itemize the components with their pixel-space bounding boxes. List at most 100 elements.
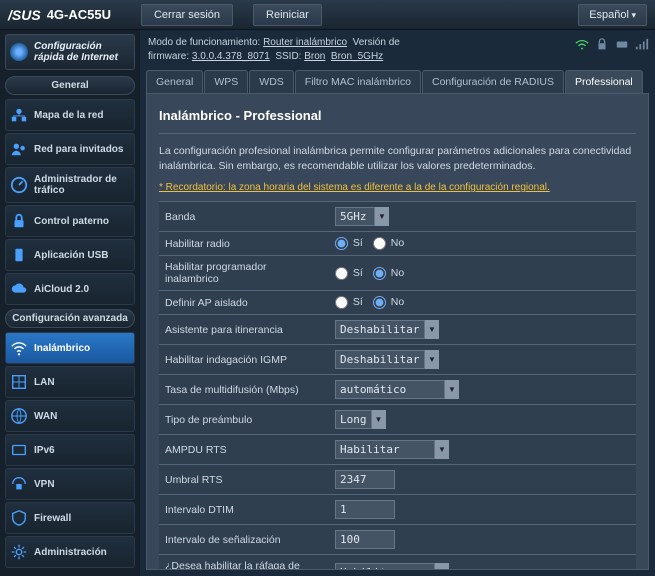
- sidebar-item-firewall[interactable]: Firewall: [5, 502, 135, 534]
- dropdown-arrow-icon: ▼: [435, 440, 449, 459]
- sidebar-item-label: WAN: [34, 411, 57, 422]
- panel: Inalámbrico - Professional La configurac…: [146, 94, 649, 570]
- dropdown-arrow-icon: ▼: [435, 563, 449, 571]
- cloud-icon: [10, 280, 28, 298]
- preamble-label: Tipo de preámbulo: [159, 405, 329, 435]
- dropdown-arrow-icon: ▼: [375, 207, 389, 226]
- sidebar-item-label: Firewall: [34, 513, 71, 524]
- sidebar-item-traffic-manager[interactable]: Administrador de tráfico: [5, 167, 135, 203]
- sidebar-item-guest-network[interactable]: Red para invitados: [5, 133, 135, 165]
- txburst-select[interactable]: Habilitar▼: [335, 563, 449, 571]
- isolated-ap-label: Definir AP aislado: [159, 291, 329, 315]
- tab-mac-filter[interactable]: Filtro MAC inalámbrico: [295, 70, 421, 93]
- dropdown-arrow-icon: ▼: [445, 380, 459, 399]
- panel-title: Inalámbrico - Professional: [159, 104, 636, 134]
- gear-icon: [10, 543, 28, 561]
- sidebar-item-wan[interactable]: WAN: [5, 400, 135, 432]
- roaming-label: Asistente para itinerancia: [159, 315, 329, 345]
- sidebar-item-administration[interactable]: Administración: [5, 536, 135, 568]
- igmp-select[interactable]: Deshabilitar▼: [335, 350, 439, 369]
- ampdu-select[interactable]: Habilitar▼: [335, 440, 449, 459]
- sidebar-item-label: Administración: [34, 547, 107, 558]
- sidebar-item-network-map[interactable]: Mapa de la red: [5, 99, 135, 131]
- shield-icon: [10, 509, 28, 527]
- traffic-icon: [10, 176, 28, 194]
- enable-radio-no[interactable]: No: [373, 237, 404, 249]
- enable-radio-yes[interactable]: Sí: [335, 237, 363, 249]
- dropdown-arrow-icon: ▼: [372, 410, 386, 429]
- info-bar: Modo de funcionamiento: Router inalámbri…: [146, 34, 649, 70]
- main-content: Modo de funcionamiento: Router inalámbri…: [140, 30, 655, 576]
- enable-radio-label: Habilitar radio: [159, 232, 329, 256]
- section-header-general: General: [5, 76, 135, 95]
- dropdown-arrow-icon: ▼: [425, 350, 439, 369]
- scheduler-label: Habilitar programador inalambrico: [159, 256, 329, 291]
- dtim-input[interactable]: [335, 500, 395, 519]
- ipv6-icon: [10, 441, 28, 459]
- sidebar-item-label: AiCloud 2.0: [34, 284, 89, 295]
- sidebar-item-label: Inalámbrico: [34, 343, 90, 354]
- lan-icon: [10, 373, 28, 391]
- sidebar-item-ipv6[interactable]: IPv6: [5, 434, 135, 466]
- tab-radius[interactable]: Configuración de RADIUS: [422, 70, 564, 93]
- quick-internet-setup-button[interactable]: Configuración rápida de Internet: [5, 34, 135, 70]
- ampdu-label: AMPDU RTS: [159, 435, 329, 465]
- lock-status-icon: [595, 38, 609, 50]
- mcast-label: Tasa de multidifusión (Mbps): [159, 375, 329, 405]
- beacon-input[interactable]: [335, 530, 395, 549]
- rts-input[interactable]: [335, 470, 395, 489]
- sidebar-item-lan[interactable]: LAN: [5, 366, 135, 398]
- brand-logo: /SUS: [8, 7, 41, 23]
- tab-wds[interactable]: WDS: [249, 70, 294, 93]
- roaming-select[interactable]: Deshabilitar▼: [335, 320, 439, 339]
- tab-professional[interactable]: Professional: [565, 70, 643, 93]
- network-icon: [10, 106, 28, 124]
- sidebar-item-wireless[interactable]: Inalámbrico: [5, 332, 135, 364]
- ssid1-link[interactable]: Bron: [304, 51, 325, 62]
- txburst-label: ¿Desea habilitar la ráfaga de transmisió…: [159, 555, 329, 571]
- mode-link[interactable]: Router inalámbrico: [263, 37, 347, 48]
- sidebar-item-label: Aplicación USB: [34, 250, 108, 261]
- sidebar-item-aicloud[interactable]: AiCloud 2.0: [5, 273, 135, 305]
- sidebar-item-label: Red para invitados: [34, 144, 123, 155]
- ssid-label: SSID:: [275, 51, 301, 62]
- status-icons: [575, 36, 649, 50]
- fw-label1: Versión de: [353, 37, 400, 48]
- signal-status-icon: [635, 38, 649, 50]
- sidebar-item-parental-control[interactable]: Control paterno: [5, 205, 135, 237]
- section-header-advanced: Configuración avanzada: [5, 309, 135, 328]
- sidebar-item-vpn[interactable]: VPN: [5, 468, 135, 500]
- globe-icon: [10, 407, 28, 425]
- sidebar-item-usb-app[interactable]: Aplicación USB: [5, 239, 135, 271]
- panel-description: La configuración profesional inalámbrica…: [159, 144, 636, 174]
- sidebar-item-label: Control paterno: [34, 216, 109, 227]
- tab-wps[interactable]: WPS: [204, 70, 248, 93]
- band-select[interactable]: 5GHz▼: [335, 207, 389, 226]
- timezone-reminder-link[interactable]: * Recordatorio: la zona horaria del sist…: [159, 182, 636, 193]
- dtim-label: Intervalo DTIM: [159, 495, 329, 525]
- scheduler-yes[interactable]: Sí: [335, 267, 363, 279]
- logout-button[interactable]: Cerrar sesión: [141, 4, 233, 26]
- beacon-label: Intervalo de señalización: [159, 525, 329, 555]
- sidebar-item-label: LAN: [34, 377, 55, 388]
- language-select[interactable]: Español: [578, 4, 647, 26]
- tab-general[interactable]: General: [146, 70, 203, 93]
- guest-icon: [10, 140, 28, 158]
- sidebar-item-label: IPv6: [34, 445, 55, 456]
- mcast-select[interactable]: automático▼: [335, 380, 459, 399]
- fw-label2: firmware:: [148, 51, 189, 62]
- band-label: Banda: [159, 202, 329, 232]
- ssid2-link[interactable]: Bron_5GHz: [331, 51, 383, 62]
- rts-label: Umbral RTS: [159, 465, 329, 495]
- preamble-select[interactable]: Long▼: [335, 410, 386, 429]
- isolated-no[interactable]: No: [373, 296, 404, 308]
- sidebar-item-label: Mapa de la red: [34, 110, 103, 121]
- scheduler-no[interactable]: No: [373, 267, 404, 279]
- settings-table: Banda 5GHz▼ Habilitar radio Sí No Habili…: [159, 201, 636, 570]
- fw-link[interactable]: 3.0.0.4.378_8071: [192, 51, 270, 62]
- sidebar-item-label: VPN: [34, 479, 55, 490]
- reboot-button[interactable]: Reiniciar: [253, 4, 322, 26]
- wifi-status-icon: [575, 38, 589, 50]
- igmp-label: Habilitar indagación IGMP: [159, 345, 329, 375]
- isolated-yes[interactable]: Sí: [335, 296, 363, 308]
